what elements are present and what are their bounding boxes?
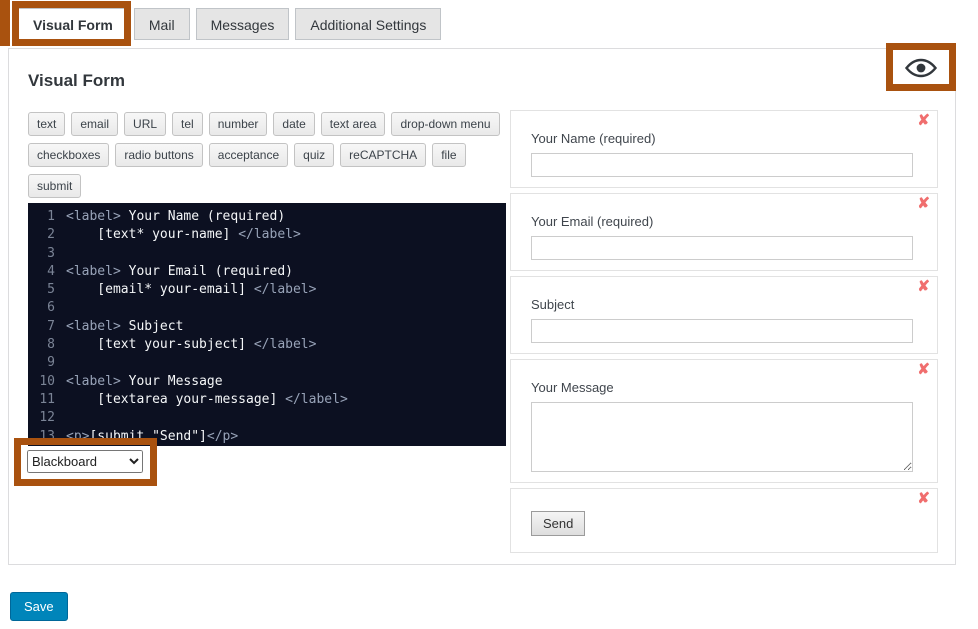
line-number: 2 [28, 226, 66, 244]
delete-field-icon[interactable]: ✘ [917, 195, 930, 213]
preview-field-label: Your Message [531, 380, 913, 395]
tag-button-email[interactable]: email [71, 112, 118, 136]
code-text: [text* your-name] </label> [66, 226, 301, 244]
tab-additional-settings[interactable]: Additional Settings [295, 8, 441, 40]
preview-field-label: Your Email (required) [531, 214, 913, 229]
tag-button-drop-down-menu[interactable]: drop-down menu [391, 112, 499, 136]
tag-button-number[interactable]: number [209, 112, 268, 136]
code-text: <label> Subject [66, 318, 183, 336]
delete-field-icon[interactable]: ✘ [917, 278, 930, 296]
line-number: 11 [28, 391, 66, 409]
code-text: <label> Your Name (required) [66, 208, 285, 226]
tab-bar: Visual FormMailMessagesAdditional Settin… [18, 8, 441, 40]
tag-button-checkboxes[interactable]: checkboxes [28, 143, 109, 167]
code-line: 5 [email* your-email] </label> [28, 281, 506, 299]
tab-visual-form[interactable]: Visual Form [18, 8, 128, 40]
code-line: 7<label> Subject [28, 318, 506, 336]
line-number: 10 [28, 373, 66, 391]
code-line: 11 [textarea your-message] </label> [28, 391, 506, 409]
line-number: 1 [28, 208, 66, 226]
preview-your-message-textarea[interactable] [531, 402, 913, 472]
theme-select[interactable]: Blackboard [27, 450, 143, 473]
preview-panel-send: ✘ Send [510, 488, 938, 553]
tag-button-text[interactable]: text [28, 112, 65, 136]
line-number: 12 [28, 409, 66, 427]
code-line: 3 [28, 245, 506, 263]
preview-eye-button[interactable] [904, 56, 938, 80]
tag-button-file[interactable]: file [432, 143, 465, 167]
tab-mail[interactable]: Mail [134, 8, 190, 40]
tag-button-submit[interactable]: submit [28, 174, 81, 198]
tag-generator-buttons: textemailURLtelnumberdate text areadrop-d… [28, 112, 520, 198]
preview-field-label: Your Name (required) [531, 131, 913, 146]
line-number: 8 [28, 336, 66, 354]
code-line: 2 [text* your-name] </label> [28, 226, 506, 244]
line-number: 9 [28, 354, 66, 372]
code-text: [textarea your-message] </label> [66, 391, 348, 409]
code-line: 12 [28, 409, 506, 427]
code-text: <p>[submit "Send"]</p> [66, 428, 238, 446]
preview-panel-subject: ✘ Subject [510, 276, 938, 354]
tag-button-quiz[interactable]: quiz [294, 143, 334, 167]
code-text: <label> Your Email (required) [66, 263, 293, 281]
preview-field-label: Subject [531, 297, 913, 312]
preview-panel-your-name-required: ✘ Your Name (required) [510, 110, 938, 188]
code-line: 6 [28, 299, 506, 317]
delete-field-icon[interactable]: ✘ [917, 490, 930, 508]
preview-subject-input[interactable] [531, 319, 913, 343]
tag-button-text-area[interactable]: text area [321, 112, 386, 136]
preview-your-name-required-input[interactable] [531, 153, 913, 177]
annotation-corner-bar [0, 0, 10, 46]
code-text: [text your-subject] </label> [66, 336, 316, 354]
panel-title: Visual Form [28, 71, 125, 91]
preview-panel-your-email-required: ✘ Your Email (required) [510, 193, 938, 271]
line-number: 6 [28, 299, 66, 317]
code-line: 9 [28, 354, 506, 372]
tag-button-url[interactable]: URL [124, 112, 166, 136]
save-button[interactable]: Save [10, 592, 68, 621]
tag-button-tel[interactable]: tel [172, 112, 203, 136]
delete-field-icon[interactable]: ✘ [917, 361, 930, 379]
delete-field-icon[interactable]: ✘ [917, 112, 930, 130]
code-editor[interactable]: 1<label> Your Name (required)2 [text* yo… [28, 203, 506, 446]
code-line: 8 [text your-subject] </label> [28, 336, 506, 354]
preview-panel-your-message: ✘ Your Message [510, 359, 938, 483]
tag-button-date[interactable]: date [273, 112, 314, 136]
preview-your-email-required-input[interactable] [531, 236, 913, 260]
code-line: 1<label> Your Name (required) [28, 208, 506, 226]
code-text: <label> Your Message [66, 373, 223, 391]
code-line: 13<p>[submit "Send"]</p> [28, 428, 506, 446]
page: Visual FormMailMessagesAdditional Settin… [0, 0, 978, 629]
tag-button-radio-buttons[interactable]: radio buttons [115, 143, 202, 167]
line-number: 5 [28, 281, 66, 299]
line-number: 13 [28, 428, 66, 446]
code-line: 4<label> Your Email (required) [28, 263, 506, 281]
tab-messages[interactable]: Messages [196, 8, 290, 40]
line-number: 3 [28, 245, 66, 263]
code-line: 10<label> Your Message [28, 373, 506, 391]
line-number: 7 [28, 318, 66, 336]
eye-icon [904, 67, 938, 84]
form-preview: ✘ Your Name (required) ✘ Your Email (requir… [510, 110, 938, 558]
preview-send-button[interactable]: Send [531, 511, 585, 536]
tag-button-acceptance[interactable]: acceptance [209, 143, 288, 167]
tag-button-recaptcha[interactable]: reCAPTCHA [340, 143, 426, 167]
code-text: [email* your-email] </label> [66, 281, 316, 299]
line-number: 4 [28, 263, 66, 281]
